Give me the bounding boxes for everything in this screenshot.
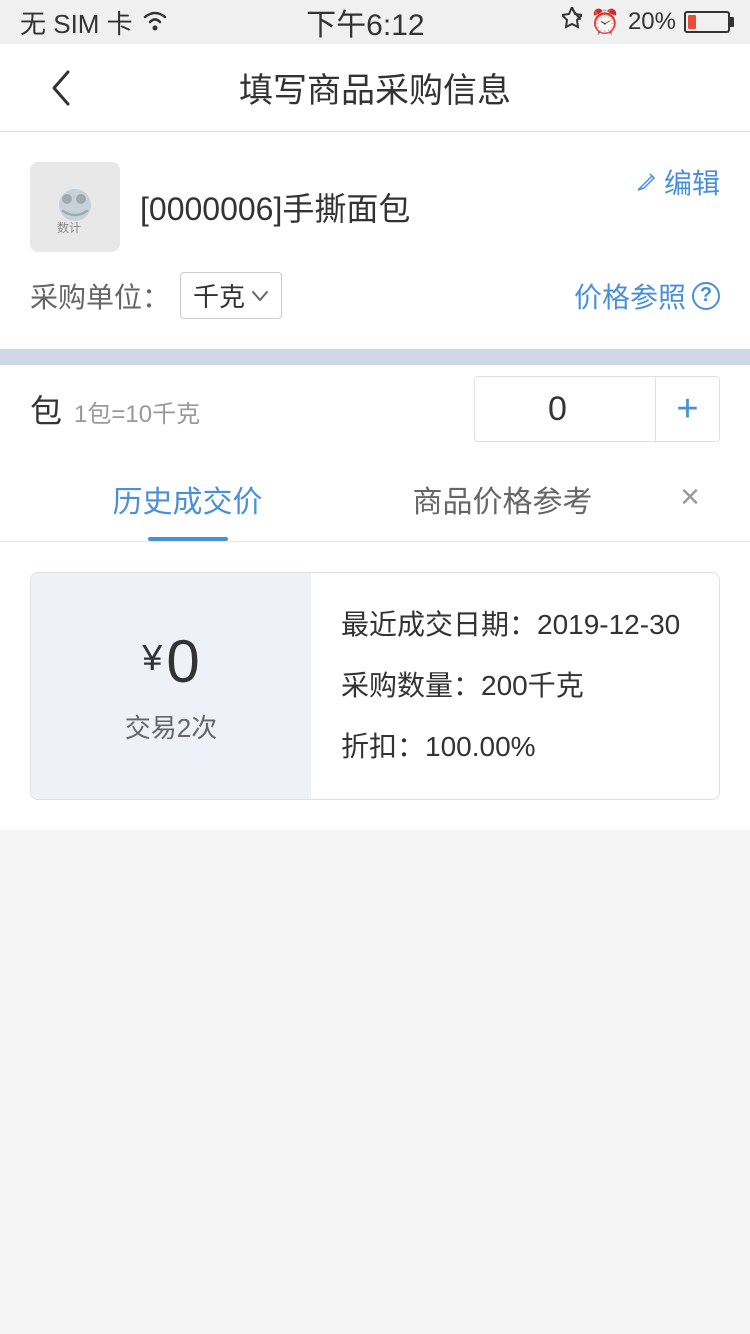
edit-button[interactable]: 编辑 <box>634 162 720 202</box>
status-bar: 无 SIM 卡 下午6:12 ⏰ 20% <box>0 0 750 44</box>
alarm-icon: ⏰ <box>590 8 620 37</box>
price-amount: ¥ 0 <box>142 627 199 696</box>
section-divider <box>0 349 750 365</box>
purchase-qty-line: 采购数量：200千克 <box>341 664 689 709</box>
increment-button[interactable]: + <box>655 377 719 441</box>
nav-bar: 填写商品采购信息 <box>0 44 750 132</box>
unit-label: 采购单位： <box>30 276 170 316</box>
close-panel-button[interactable]: × <box>660 467 720 527</box>
status-right: ⏰ 20% <box>562 7 730 38</box>
product-meta: 采购单位： 千克 价格参照 ? <box>30 272 720 319</box>
bottom-panel: 历史成交价 商品价格参考 × ¥ 0 交易2次 最近成交日期：2019-12-3… <box>0 453 750 830</box>
unit-select[interactable]: 千克 <box>180 272 282 319</box>
price-card: ¥ 0 交易2次 最近成交日期：2019-12-30 采购数量：200千克 折扣… <box>30 572 720 800</box>
location-icon <box>562 7 582 38</box>
status-time: 下午6:12 <box>306 0 424 44</box>
tab-history-price[interactable]: 历史成交价 <box>30 453 345 541</box>
battery-percent: 20% <box>628 8 676 36</box>
sim-label: 无 SIM 卡 <box>20 4 133 41</box>
unit-value: 千克 <box>193 277 245 314</box>
product-header: 数计 [0000006]手撕面包 编辑 <box>30 162 720 252</box>
card-left: ¥ 0 交易2次 <box>31 573 311 799</box>
help-icon: ? <box>692 282 720 310</box>
edit-label: 编辑 <box>664 162 720 202</box>
quantity-input[interactable] <box>475 377 655 441</box>
product-left: 数计 [0000006]手撕面包 <box>30 162 410 252</box>
unit-big: 包 <box>30 386 62 432</box>
page-title: 填写商品采购信息 <box>239 63 511 112</box>
card-right: 最近成交日期：2019-12-30 采购数量：200千克 折扣：100.00% <box>311 573 719 799</box>
trade-count: 交易2次 <box>125 708 217 745</box>
discount-line: 折扣：100.00% <box>341 725 689 770</box>
wifi-icon <box>141 7 169 38</box>
quantity-left: 包 1包=10千克 <box>30 386 200 432</box>
price-ref-button[interactable]: 价格参照 ? <box>574 276 720 316</box>
price-card-container: ¥ 0 交易2次 最近成交日期：2019-12-30 采购数量：200千克 折扣… <box>0 542 750 830</box>
tab-price-reference[interactable]: 商品价格参考 <box>345 453 660 541</box>
product-thumbnail: 数计 <box>30 162 120 252</box>
product-section: 数计 [0000006]手撕面包 编辑 采购单位： 千克 价格参照 <box>0 132 750 349</box>
status-left: 无 SIM 卡 <box>20 4 169 41</box>
price-ref-label: 价格参照 <box>574 276 686 316</box>
quantity-control: + <box>474 376 720 442</box>
product-name: [0000006]手撕面包 <box>140 184 410 230</box>
quantity-row: 包 1包=10千克 + <box>0 365 750 453</box>
back-button[interactable] <box>30 58 90 118</box>
battery-icon <box>684 11 730 33</box>
svg-text:数计: 数计 <box>57 220 81 235</box>
price-value: 0 <box>166 627 199 696</box>
unit-conversion: 1包=10千克 <box>74 394 200 429</box>
currency-symbol: ¥ <box>142 637 162 679</box>
recent-date-line: 最近成交日期：2019-12-30 <box>341 603 689 648</box>
tabs-row: 历史成交价 商品价格参考 × <box>0 453 750 542</box>
